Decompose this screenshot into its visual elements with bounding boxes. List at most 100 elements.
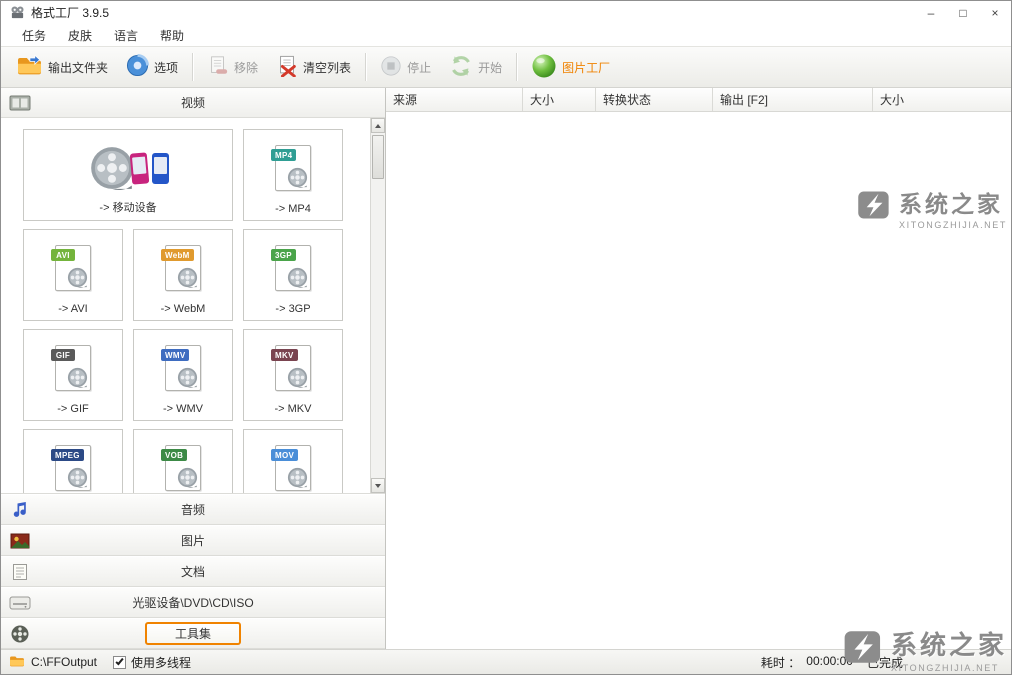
options-icon: [126, 54, 150, 80]
menu-language[interactable]: 语言: [103, 25, 149, 46]
audio-icon: [8, 498, 32, 522]
document-section-label: 文档: [180, 565, 205, 579]
clear-list-label: 清空列表: [303, 60, 352, 75]
sidebar-section-video[interactable]: 视频: [1, 88, 385, 118]
mp4-file-icon: MP4: [244, 139, 342, 197]
stop-label: 停止: [407, 60, 432, 75]
3gp-file-icon: 3GP: [244, 239, 342, 297]
format-label: -> GIF: [57, 403, 89, 415]
column-header-convert-state[interactable]: 转换状态: [596, 88, 713, 111]
format-button-mkv[interactable]: MKV -> MKV: [243, 329, 343, 421]
sidebar-section-rom-device[interactable]: 光驱设备\DVD\CD\ISO: [1, 587, 385, 618]
stop-button[interactable]: 停止: [371, 51, 440, 84]
folder-icon: [9, 654, 25, 671]
format-button-3gp[interactable]: 3GP -> 3GP: [243, 229, 343, 321]
sidebar-section-audio[interactable]: 音频: [1, 494, 385, 525]
picture-factory-label: 图片工厂: [562, 60, 611, 75]
output-folder-button[interactable]: 输出文件夹: [7, 50, 117, 84]
mpeg-file-icon: MPEG: [24, 439, 122, 493]
picture-factory-icon: [531, 53, 557, 82]
phone-icon: [129, 151, 150, 185]
format-button-webm[interactable]: WebM -> WebM: [133, 229, 233, 321]
video-format-panel: -> 移动设备 MP4 -> MP4 AVI -> AVI WebM -> We…: [1, 118, 385, 494]
format-button-mobile-devices[interactable]: -> 移动设备: [23, 129, 233, 221]
elapsed-time: 耗时 ： 00:00:00: [761, 654, 853, 671]
sidebar-section-picture[interactable]: 图片: [1, 525, 385, 556]
video-icon: [8, 91, 32, 115]
toolbar: 输出文件夹 选项 移除 清空列表 停止 开始 图片工厂: [1, 46, 1011, 88]
webm-file-icon: WebM: [134, 239, 232, 297]
video-section-label: 视频: [180, 96, 205, 110]
picture-icon: [8, 529, 32, 553]
scroll-up-button[interactable]: [371, 118, 385, 133]
menu-help[interactable]: 帮助: [149, 25, 195, 46]
phone-icon: [152, 152, 169, 184]
task-list-panel: 来源 大小 转换状态 输出 [F2] 大小: [386, 88, 1011, 649]
picture-factory-button[interactable]: 图片工厂: [522, 49, 619, 86]
task-list-empty-area[interactable]: [386, 112, 1011, 649]
titlebar: 格式工厂 3.9.5 – □ ×: [1, 1, 1011, 24]
column-header-source[interactable]: 来源: [386, 88, 523, 111]
checkmark-icon: [114, 656, 124, 666]
format-label: -> WebM: [160, 303, 206, 315]
picture-section-label: 图片: [180, 534, 205, 548]
format-button-wmv[interactable]: WMV -> WMV: [133, 329, 233, 421]
window-title: 格式工厂 3.9.5: [31, 6, 110, 20]
format-button-avi[interactable]: AVI -> AVI: [23, 229, 123, 321]
clear-list-button[interactable]: 清空列表: [267, 51, 360, 84]
triangle-down-icon: [375, 483, 381, 488]
remove-label: 移除: [234, 60, 259, 75]
format-button-vob[interactable]: VOB: [133, 429, 233, 493]
multithread-checkbox[interactable]: [113, 655, 127, 669]
audio-section-label: 音频: [180, 503, 205, 517]
column-header-output[interactable]: 输出 [F2]: [713, 88, 873, 111]
toolbar-separator: [516, 53, 518, 81]
output-path-button[interactable]: C:\FFOutput: [9, 654, 97, 671]
sidebar-section-document[interactable]: 文档: [1, 556, 385, 587]
output-folder-icon: [16, 54, 43, 80]
toolset-icon: [8, 622, 32, 646]
output-folder-label: 输出文件夹: [48, 60, 109, 75]
optical-drive-icon: [8, 591, 32, 615]
vob-file-icon: VOB: [134, 439, 232, 493]
toolbar-separator: [365, 53, 367, 81]
menubar: 任务 皮肤 语言 帮助: [1, 24, 1011, 46]
options-button[interactable]: 选项: [117, 50, 187, 84]
format-button-mp4[interactable]: MP4 -> MP4: [243, 129, 343, 221]
statusbar-right: 耗时 ： 00:00:00 已完成: [761, 654, 1003, 671]
task-table-header: 来源 大小 转换状态 输出 [F2] 大小: [386, 88, 1011, 112]
remove-button[interactable]: 移除: [198, 51, 267, 84]
format-label: -> WMV: [162, 403, 204, 415]
start-button[interactable]: 开始: [440, 50, 511, 85]
column-header-size[interactable]: 大小: [523, 88, 596, 111]
menu-skin[interactable]: 皮肤: [57, 25, 103, 46]
rom-device-section-label: 光驱设备\DVD\CD\ISO: [132, 596, 254, 610]
scrollbar-track[interactable]: [371, 133, 385, 478]
toolset-active-label: 工具集: [144, 622, 241, 645]
main-area: 视频 -> 移动设备 MP4 -> MP4 AVI -> AVI WebM ->…: [1, 88, 1011, 649]
elapsed-label: 耗时 ：: [760, 655, 801, 670]
maximize-button[interactable]: □: [947, 1, 979, 24]
format-button-mpeg[interactable]: MPEG: [23, 429, 123, 493]
elapsed-value: 00:00:00: [806, 653, 853, 668]
document-icon: [8, 560, 32, 584]
column-header-size-2[interactable]: 大小: [873, 88, 1011, 111]
scroll-down-button[interactable]: [371, 478, 385, 493]
start-label: 开始: [478, 60, 503, 75]
app-logo-icon: [9, 5, 25, 21]
remove-icon: [207, 55, 229, 80]
sidebar-section-toolset[interactable]: 工具集: [1, 618, 385, 649]
scrollbar-thumb[interactable]: [372, 135, 384, 179]
format-label: -> 3GP: [275, 303, 311, 315]
window-controls: – □ ×: [915, 1, 1011, 24]
menu-tasks[interactable]: 任务: [11, 25, 57, 46]
start-icon: [449, 54, 473, 81]
mov-file-icon: MOV: [244, 439, 342, 493]
format-label: -> AVI: [58, 303, 88, 315]
format-button-mov[interactable]: MOV: [243, 429, 343, 493]
close-button[interactable]: ×: [979, 1, 1011, 24]
completed-label: 已完成: [866, 655, 903, 670]
format-scrollbar: [370, 118, 385, 493]
format-button-gif[interactable]: GIF -> GIF: [23, 329, 123, 421]
minimize-button[interactable]: –: [915, 1, 947, 24]
